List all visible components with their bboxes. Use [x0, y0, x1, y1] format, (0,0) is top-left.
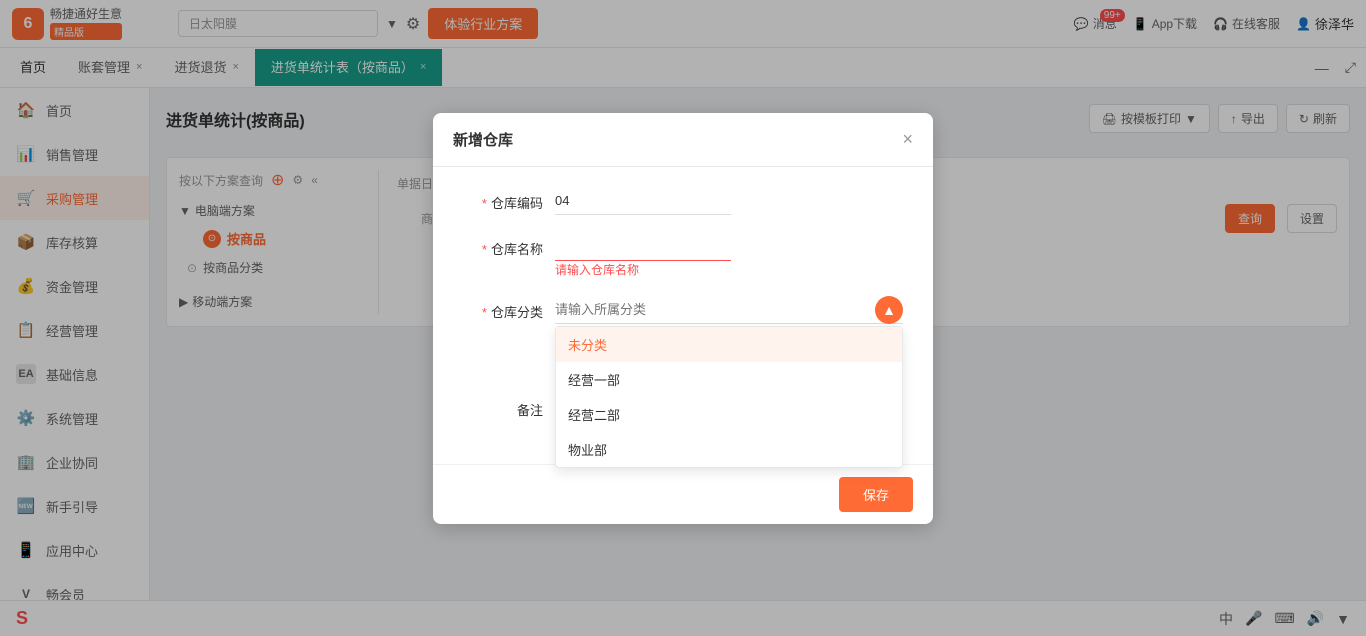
form-row-code: 仓库编码 — [463, 187, 903, 215]
warehouse-code-input[interactable] — [555, 187, 731, 215]
dropdown-item-dept2[interactable]: 经营二部 — [556, 397, 902, 432]
modal-body: 仓库编码 仓库名称 请输入仓库名称 仓库分类 — [433, 167, 933, 464]
modal-title: 新增仓库 — [453, 129, 513, 150]
modal-footer: 保存 — [433, 464, 933, 524]
category-dropdown-arrow[interactable]: ▲ — [875, 296, 903, 324]
warehouse-name-label: 仓库名称 — [463, 233, 543, 258]
form-row-name: 仓库名称 请输入仓库名称 — [463, 233, 903, 278]
dropdown-item-dept1[interactable]: 经营一部 — [556, 362, 902, 397]
warehouse-category-wrap[interactable]: ▲ 未分类 经营一部 经营二部 物业部 — [555, 296, 903, 324]
modal-overlay: 新增仓库 × 仓库编码 仓库名称 请输入仓库名称 — [0, 0, 1366, 636]
modal-save-btn[interactable]: 保存 — [839, 477, 913, 512]
dropdown-item-uncategorized[interactable]: 未分类 — [556, 327, 902, 362]
dropdown-item-property[interactable]: 物业部 — [556, 432, 902, 467]
remark-label: 备注 — [463, 394, 543, 419]
category-dropdown-list: 未分类 经营一部 经营二部 物业部 — [555, 326, 903, 468]
form-row-category: 仓库分类 ▲ 未分类 经营一部 经营二部 物业部 — [463, 296, 903, 324]
warehouse-name-error: 请输入仓库名称 — [555, 263, 639, 277]
modal-header: 新增仓库 × — [433, 113, 933, 167]
modal-close-btn[interactable]: × — [902, 129, 913, 150]
warehouse-category-input[interactable] — [555, 296, 903, 324]
warehouse-code-wrap — [555, 187, 903, 215]
warehouse-name-wrap — [555, 233, 731, 261]
warehouse-code-label: 仓库编码 — [463, 187, 543, 212]
new-warehouse-modal: 新增仓库 × 仓库编码 仓库名称 请输入仓库名称 — [433, 113, 933, 524]
warehouse-category-label: 仓库分类 — [463, 296, 543, 321]
warehouse-name-input[interactable] — [555, 233, 731, 261]
